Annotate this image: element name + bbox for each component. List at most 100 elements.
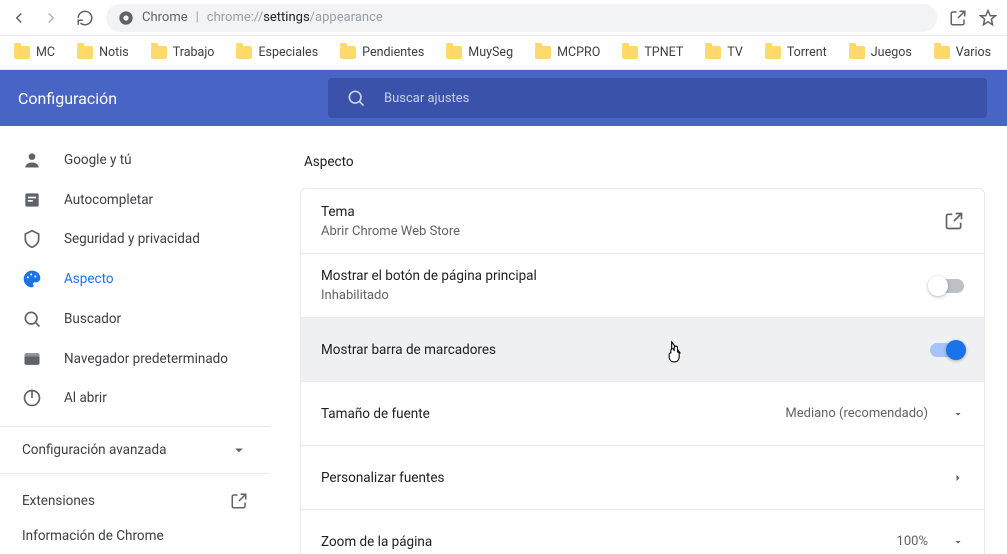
folder-icon [14, 46, 30, 59]
bookmark-item[interactable]: MuySeg [446, 45, 513, 60]
autofill-icon [22, 190, 42, 210]
sidebar-item-appearance[interactable]: Aspecto [0, 259, 270, 299]
bookmark-item[interactable]: Trabajo [151, 45, 215, 60]
sidebar-item-autofill[interactable]: Autocompletar [0, 180, 270, 220]
folder-icon [934, 46, 950, 59]
bookmark-item[interactable]: MC [14, 45, 55, 60]
open-external-icon [230, 492, 248, 510]
shield-icon [22, 229, 42, 249]
sidebar: Google y tú Autocompletar Seguridad y pr… [0, 126, 270, 554]
bookmark-label: Pendientes [362, 45, 424, 60]
settings-search[interactable]: Buscar ajustes [328, 78, 987, 118]
sidebar-item-you[interactable]: Google y tú [0, 140, 270, 180]
row-label: Zoom de la página [321, 534, 432, 550]
chevron-right-icon [952, 472, 964, 484]
back-button[interactable] [10, 9, 28, 27]
browser-omnibar: Chrome | chrome://settings/appearance [0, 0, 1007, 36]
row-customize-fonts[interactable]: Personalizar fuentes [301, 445, 984, 509]
search-icon [346, 88, 366, 108]
bookmark-label: TPNET [644, 45, 683, 60]
row-sublabel: Inhabilitado [321, 288, 537, 303]
sidebar-item-label: Aspecto [64, 271, 114, 287]
sidebar-extensions[interactable]: Extensiones [0, 474, 270, 518]
row-page-zoom[interactable]: Zoom de la página 100% [301, 509, 984, 554]
page-zoom-value: 100% [897, 534, 928, 549]
home-button-toggle[interactable] [930, 279, 964, 293]
folder-icon [622, 46, 638, 59]
row-sublabel: Abrir Chrome Web Store [321, 224, 460, 239]
bookmarks-bar-toggle[interactable] [930, 343, 964, 357]
folder-icon [849, 46, 865, 59]
search-icon [22, 309, 42, 329]
sidebar-item-startup[interactable]: Al abrir [0, 379, 270, 419]
bookmark-label: TV [727, 45, 743, 60]
page-title: Configuración [18, 89, 288, 108]
omnibar-actions [949, 9, 997, 27]
sidebar-advanced[interactable]: Configuración avanzada [0, 426, 270, 474]
folder-icon [535, 46, 551, 59]
row-font-size[interactable]: Tamaño de fuente Mediano (recomendado) [301, 381, 984, 445]
bookmark-item[interactable]: TV [705, 45, 743, 60]
bookmark-label: Notis [99, 45, 129, 60]
bookmark-label: Juegos [871, 45, 912, 60]
sidebar-item-label: Navegador predeterminado [64, 351, 228, 367]
bookmark-item[interactable]: Notis [77, 45, 129, 60]
sidebar-item-label: Al abrir [64, 390, 107, 406]
person-icon [22, 150, 42, 170]
sidebar-item-label: Seguridad y privacidad [64, 231, 200, 247]
sidebar-about[interactable]: Información de Chrome [0, 518, 270, 554]
font-size-value: Mediano (recomendado) [785, 406, 928, 421]
address-bar[interactable]: Chrome | chrome://settings/appearance [106, 4, 937, 32]
power-icon [22, 388, 42, 408]
sidebar-item-label: Autocompletar [64, 192, 153, 208]
row-label: Tamaño de fuente [321, 406, 430, 422]
address-sep: | [196, 10, 199, 25]
folder-icon [446, 46, 462, 59]
bookmark-label: MC [36, 45, 55, 60]
section-title: Aspecto [304, 154, 985, 170]
bookmark-item[interactable]: Varios [934, 45, 991, 60]
settings-header: Configuración Buscar ajustes [0, 70, 1007, 126]
bookmark-label: Varios [956, 45, 991, 60]
sidebar-about-label: Información de Chrome [22, 528, 164, 544]
reload-button[interactable] [76, 9, 94, 27]
star-icon[interactable] [979, 9, 997, 27]
forward-button[interactable] [42, 9, 60, 27]
bookmark-label: MuySeg [468, 45, 513, 60]
folder-icon [77, 46, 93, 59]
bookmark-item[interactable]: Torrent [765, 45, 827, 60]
chrome-logo-icon [118, 10, 134, 26]
folder-icon [705, 46, 721, 59]
browser-icon [22, 349, 42, 369]
sidebar-item-default-browser[interactable]: Navegador predeterminado [0, 339, 270, 379]
open-external-icon[interactable] [944, 211, 964, 231]
folder-icon [151, 46, 167, 59]
bookmark-item[interactable]: Especiales [236, 45, 318, 60]
row-label: Personalizar fuentes [321, 470, 444, 486]
appearance-card: Tema Abrir Chrome Web Store Mostrar el b… [300, 188, 985, 554]
folder-icon [340, 46, 356, 59]
row-home-button: Mostrar el botón de página principal Inh… [301, 253, 984, 317]
sidebar-item-label: Google y tú [64, 152, 132, 168]
sidebar-item-label: Buscador [64, 311, 121, 327]
chevron-down-icon [230, 441, 248, 459]
bookmark-label: Trabajo [173, 45, 215, 60]
sidebar-item-search[interactable]: Buscador [0, 299, 270, 339]
bookmark-label: Especiales [258, 45, 318, 60]
bookmark-item[interactable]: MCPRO [535, 45, 600, 60]
sidebar-item-privacy[interactable]: Seguridad y privacidad [0, 220, 270, 260]
share-icon[interactable] [949, 9, 967, 27]
nav-buttons [10, 9, 94, 27]
row-label: Mostrar barra de marcadores [321, 342, 496, 358]
bookmark-item[interactable]: Juegos [849, 45, 912, 60]
dropdown-icon [952, 536, 964, 548]
bookmarks-bar: MC Notis Trabajo Especiales Pendientes MuySeg… [0, 36, 1007, 70]
dropdown-icon [952, 408, 964, 420]
main-panel: Aspecto Tema Abrir Chrome Web Store Most… [270, 126, 1007, 554]
bookmark-item[interactable]: Pendientes [340, 45, 424, 60]
search-placeholder: Buscar ajustes [384, 91, 469, 106]
row-theme[interactable]: Tema Abrir Chrome Web Store [301, 189, 984, 253]
bookmark-item[interactable]: TPNET [622, 45, 683, 60]
sidebar-advanced-label: Configuración avanzada [22, 442, 166, 458]
bookmark-label: Torrent [787, 45, 827, 60]
